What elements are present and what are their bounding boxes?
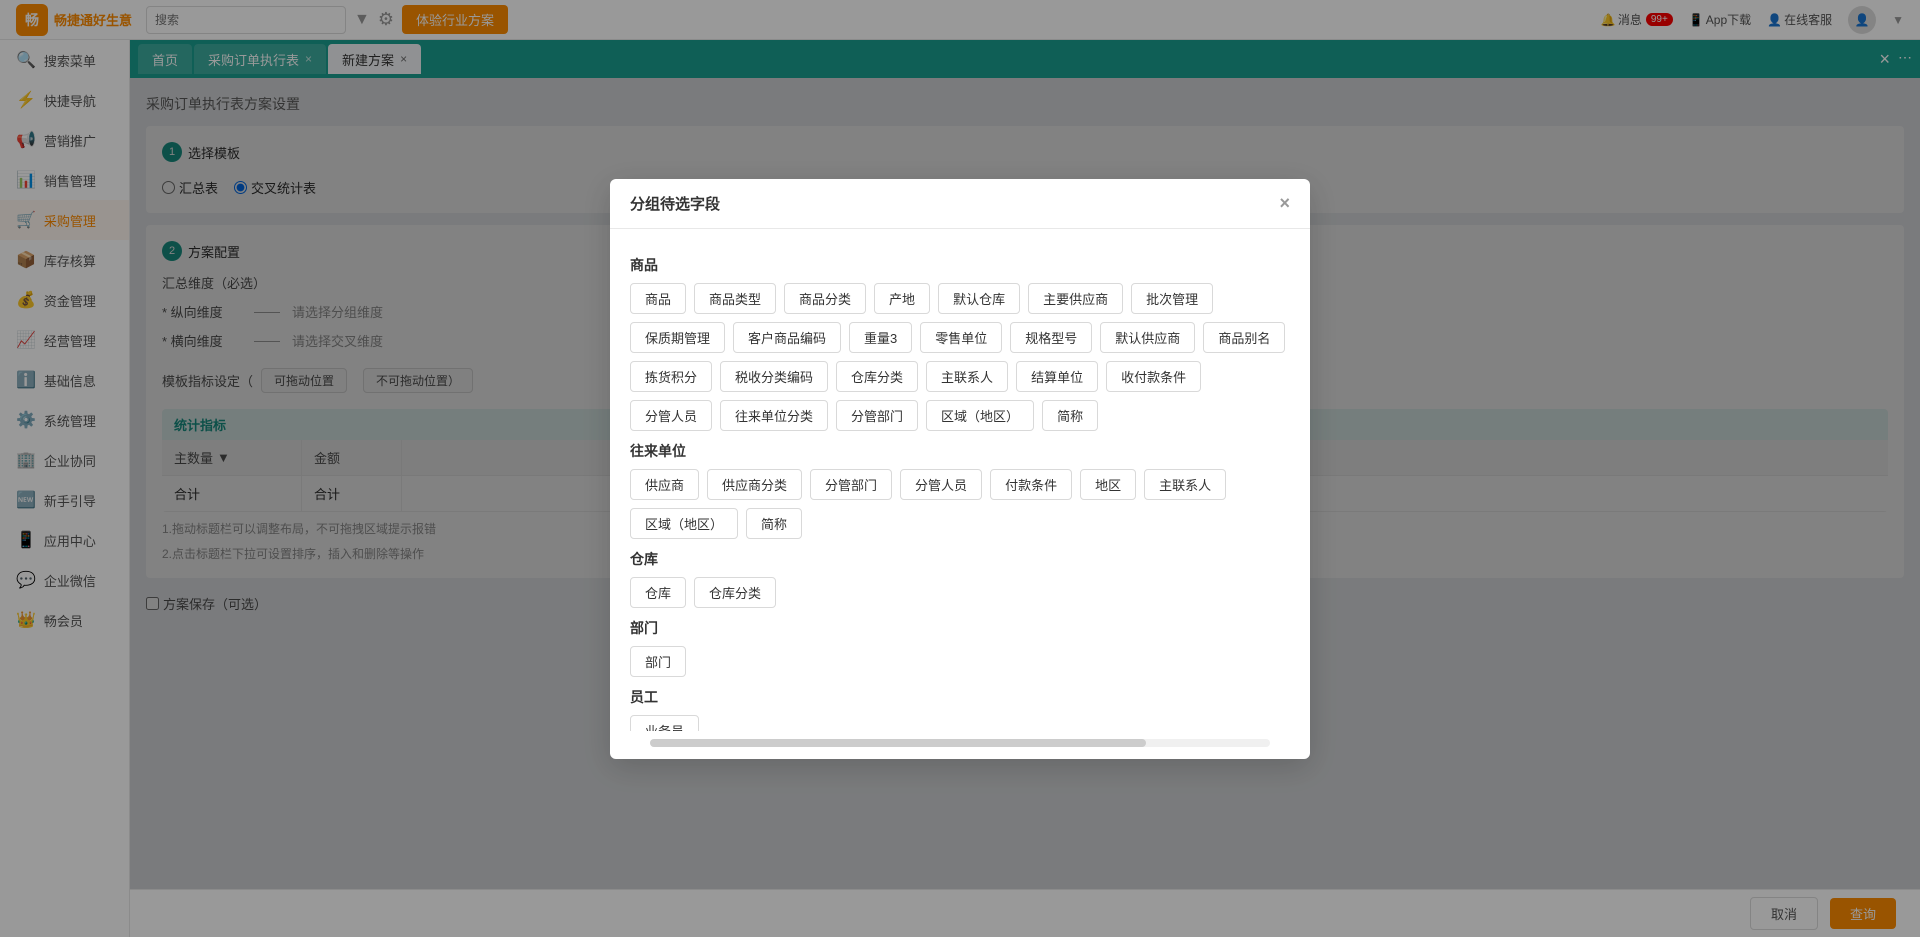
field-分管人员-product[interactable]: 分管人员 (630, 400, 712, 431)
section-title-product: 商品 (630, 255, 1290, 275)
field-业务员[interactable]: 业务员 (630, 715, 699, 731)
field-简称-product[interactable]: 简称 (1042, 400, 1098, 431)
field-重量3[interactable]: 重量3 (849, 322, 912, 353)
field-仓库分类-product[interactable]: 仓库分类 (836, 361, 918, 392)
field-供应商分类[interactable]: 供应商分类 (707, 469, 802, 500)
modal-header: 分组待选字段 × (610, 179, 1310, 229)
field-默认仓库[interactable]: 默认仓库 (938, 283, 1020, 314)
field-grid-product: 商品 商品类型 商品分类 产地 默认仓库 主要供应商 批次管理 保质期管理 客户… (630, 283, 1290, 431)
field-仓库[interactable]: 仓库 (630, 577, 686, 608)
section-title-department: 部门 (630, 618, 1290, 638)
field-分管部门-product[interactable]: 分管部门 (836, 400, 918, 431)
field-规格型号[interactable]: 规格型号 (1010, 322, 1092, 353)
field-保质期管理[interactable]: 保质期管理 (630, 322, 725, 353)
field-主要供应商[interactable]: 主要供应商 (1028, 283, 1123, 314)
scrollbar-thumb[interactable] (650, 739, 1146, 747)
modal-body: 商品 商品 商品类型 商品分类 产地 默认仓库 主要供应商 批次管理 保质期管理… (610, 229, 1310, 731)
field-付款条件[interactable]: 付款条件 (990, 469, 1072, 500)
section-title-employee: 员工 (630, 687, 1290, 707)
field-收付款条件[interactable]: 收付款条件 (1106, 361, 1201, 392)
section-title-warehouse: 仓库 (630, 549, 1290, 569)
field-商品分类[interactable]: 商品分类 (784, 283, 866, 314)
field-区域地区-product[interactable]: 区域（地区） (926, 400, 1034, 431)
field-结算单位[interactable]: 结算单位 (1016, 361, 1098, 392)
horizontal-scrollbar-area (610, 731, 1310, 759)
field-商品别名[interactable]: 商品别名 (1203, 322, 1285, 353)
field-仓库分类[interactable]: 仓库分类 (694, 577, 776, 608)
field-grid-employee: 业务员 (630, 715, 1290, 731)
field-grid-department: 部门 (630, 646, 1290, 677)
section-title-partner: 往来单位 (630, 441, 1290, 461)
field-区域地区-partner[interactable]: 区域（地区） (630, 508, 738, 539)
modal-dialog: 分组待选字段 × 商品 商品 商品类型 商品分类 产地 默认仓库 主要供应商 批… (610, 179, 1310, 759)
field-地区[interactable]: 地区 (1080, 469, 1136, 500)
field-产地[interactable]: 产地 (874, 283, 930, 314)
field-主联系人-partner[interactable]: 主联系人 (1144, 469, 1226, 500)
field-零售单位[interactable]: 零售单位 (920, 322, 1002, 353)
horizontal-scrollbar[interactable] (650, 739, 1270, 747)
field-往来单位分类[interactable]: 往来单位分类 (720, 400, 828, 431)
modal-overlay[interactable]: 分组待选字段 × 商品 商品 商品类型 商品分类 产地 默认仓库 主要供应商 批… (0, 0, 1920, 937)
field-grid-warehouse: 仓库 仓库分类 (630, 577, 1290, 608)
field-主联系人-product[interactable]: 主联系人 (926, 361, 1008, 392)
field-分管部门-partner[interactable]: 分管部门 (810, 469, 892, 500)
field-grid-partner: 供应商 供应商分类 分管部门 分管人员 付款条件 地区 主联系人 区域（地区） … (630, 469, 1290, 539)
field-简称-partner[interactable]: 简称 (746, 508, 802, 539)
field-分管人员-partner[interactable]: 分管人员 (900, 469, 982, 500)
modal-title: 分组待选字段 (630, 193, 720, 214)
field-部门[interactable]: 部门 (630, 646, 686, 677)
field-客户商品编码[interactable]: 客户商品编码 (733, 322, 841, 353)
field-税收分类编码[interactable]: 税收分类编码 (720, 361, 828, 392)
field-批次管理[interactable]: 批次管理 (1131, 283, 1213, 314)
modal-close-button[interactable]: × (1279, 194, 1290, 212)
field-拣货积分[interactable]: 拣货积分 (630, 361, 712, 392)
field-默认供应商[interactable]: 默认供应商 (1100, 322, 1195, 353)
field-商品类型[interactable]: 商品类型 (694, 283, 776, 314)
field-供应商[interactable]: 供应商 (630, 469, 699, 500)
field-商品[interactable]: 商品 (630, 283, 686, 314)
